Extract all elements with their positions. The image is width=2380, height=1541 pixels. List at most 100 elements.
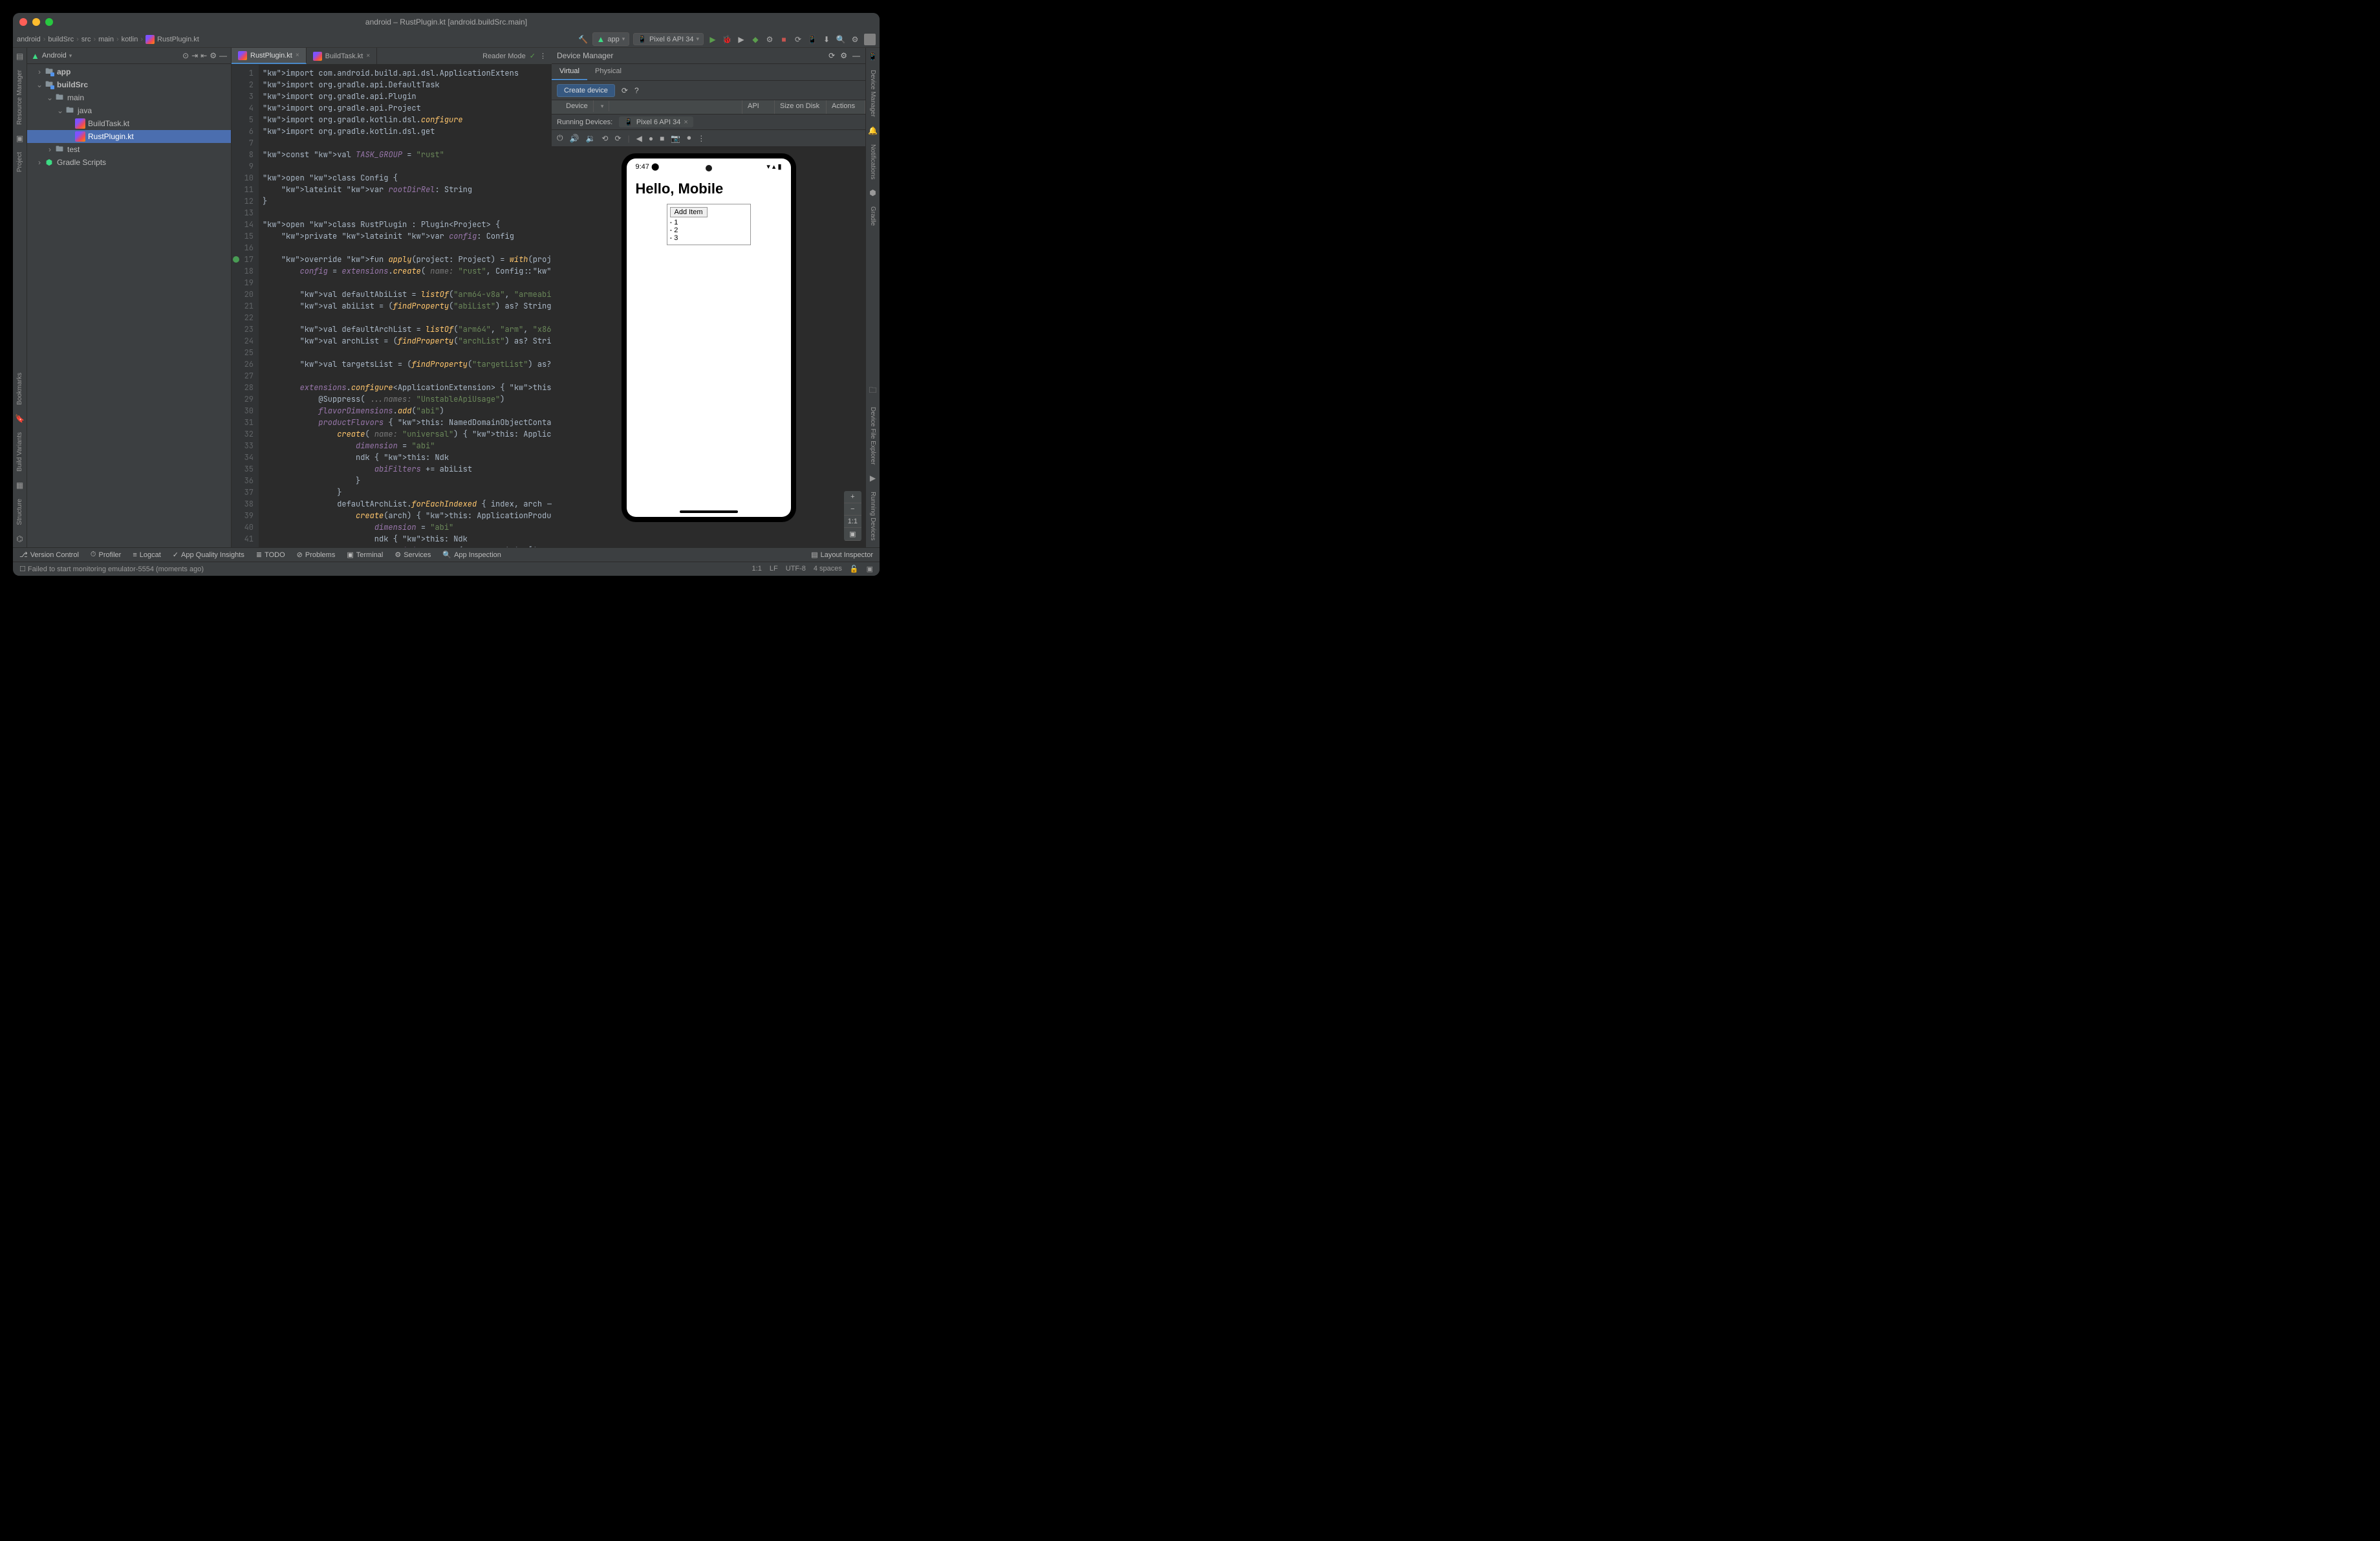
gradle-tab[interactable]: Gradle: [869, 204, 876, 228]
todo-tab[interactable]: ≣ TODO: [256, 551, 285, 559]
avd-icon[interactable]: 📱: [807, 34, 817, 45]
tab-rustplugin[interactable]: RustPlugin.kt×: [232, 48, 307, 64]
profiler-tab[interactable]: ⏱ Profiler: [91, 551, 121, 559]
reload-icon[interactable]: ⟳: [828, 51, 835, 60]
tree-item-buildtask[interactable]: BuildTask.kt: [27, 117, 231, 130]
collapse-icon[interactable]: ⇤: [200, 51, 207, 60]
minimize-icon[interactable]: [32, 18, 40, 26]
resource-manager-tab[interactable]: Resource Manager: [16, 67, 23, 127]
code-editor[interactable]: 1234567891011121314151617181920212223242…: [232, 65, 552, 547]
problems-tab[interactable]: ⊘ Problems: [297, 551, 336, 559]
gear-icon[interactable]: ⚙: [850, 34, 860, 45]
tree-item-main[interactable]: ⌄🖿main: [27, 91, 231, 104]
debug-icon[interactable]: 🐞: [722, 34, 732, 45]
hide-icon[interactable]: —: [219, 51, 227, 60]
structure-icon[interactable]: ⌬: [16, 534, 23, 543]
expand-icon[interactable]: ⇥: [191, 51, 198, 60]
gradle-icon[interactable]: ⬢: [869, 188, 876, 197]
line-separator[interactable]: LF: [770, 565, 778, 573]
device-file-explorer-icon[interactable]: 🗀: [869, 384, 876, 398]
breadcrumb[interactable]: android› buildSrc› src› main› kotlin› Ru…: [17, 35, 199, 44]
build-variants-icon[interactable]: ▦: [16, 481, 23, 490]
app-quality-tab[interactable]: ✓ App Quality Insights: [173, 551, 244, 559]
device-screen[interactable]: 9:47 ⬤ ▾▴▮ Hello, Mobile Add Item - 1 - …: [627, 158, 791, 517]
close-icon[interactable]: ×: [296, 52, 299, 59]
more-icon[interactable]: ⋮: [539, 52, 546, 60]
crumb[interactable]: main: [98, 36, 114, 43]
notifications-tab[interactable]: Notifications: [869, 142, 876, 182]
overview-icon[interactable]: ■: [660, 134, 664, 143]
device-manager-tab[interactable]: Device Manager: [869, 67, 876, 120]
profile-icon[interactable]: ◆: [750, 34, 761, 45]
run-icon[interactable]: ▶: [708, 34, 718, 45]
search-icon[interactable]: 🔍: [836, 34, 846, 45]
zoom-out-button[interactable]: −: [844, 503, 861, 516]
tree-item-gradle[interactable]: ›⬢Gradle Scripts: [27, 156, 231, 169]
power-icon[interactable]: ⏻: [557, 133, 563, 143]
logcat-tab[interactable]: ≡ Logcat: [133, 551, 160, 559]
crumb-file[interactable]: RustPlugin.kt: [157, 36, 199, 43]
tree-item-test[interactable]: ›🖿test: [27, 143, 231, 156]
screenshot-icon[interactable]: 📷: [671, 134, 680, 143]
reader-mode-toggle[interactable]: Reader Mode: [482, 52, 526, 60]
tree-item-buildsrc[interactable]: ⌄🖿buildSrc: [27, 78, 231, 91]
user-icon[interactable]: [864, 34, 876, 45]
maximize-icon[interactable]: [45, 18, 53, 26]
build-variants-tab[interactable]: Build Variants: [16, 430, 23, 474]
code-content[interactable]: "kw">import com.android.build.api.dsl.Ap…: [259, 65, 552, 547]
services-tab[interactable]: ⚙ Services: [395, 551, 431, 559]
add-item-button[interactable]: Add Item: [670, 207, 708, 217]
resource-manager-icon[interactable]: ▤: [16, 52, 23, 61]
close-icon[interactable]: ×: [366, 52, 370, 60]
home-icon[interactable]: ●: [649, 134, 653, 143]
android-nav-handle[interactable]: [680, 510, 738, 513]
crumb[interactable]: buildSrc: [48, 36, 74, 43]
bookmarks-icon[interactable]: 🔖: [15, 414, 25, 423]
status-message[interactable]: ☐ Failed to start monitoring emulator-55…: [19, 565, 204, 573]
tree-item-rustplugin[interactable]: RustPlugin.kt: [27, 130, 231, 143]
tree-item-app[interactable]: ›🖿app: [27, 65, 231, 78]
version-control-tab[interactable]: ⎇ Version Control: [19, 551, 79, 559]
notifications-icon[interactable]: 🔔: [868, 126, 878, 135]
crumb[interactable]: android: [17, 36, 41, 43]
sync-icon[interactable]: ⟳: [793, 34, 803, 45]
tree-item-java[interactable]: ⌄🖿java: [27, 104, 231, 117]
project-icon[interactable]: ▣: [16, 134, 23, 143]
memory-icon[interactable]: ▣: [867, 565, 873, 573]
run-config-selector[interactable]: ▲app▾: [592, 32, 630, 46]
record-icon[interactable]: ⏺: [687, 133, 691, 143]
running-device-pill[interactable]: 📱 Pixel 6 API 34 ×: [619, 116, 693, 127]
caret-position[interactable]: 1:1: [752, 565, 762, 573]
more-icon[interactable]: ⋮: [697, 134, 705, 143]
attach-debugger-icon[interactable]: ⚙: [764, 34, 775, 45]
indent[interactable]: 4 spaces: [814, 565, 842, 573]
select-opened-icon[interactable]: ⊙: [182, 51, 189, 60]
zoom-fit-button[interactable]: ▣: [844, 528, 861, 541]
build-icon[interactable]: 🔨: [578, 34, 589, 45]
encoding[interactable]: UTF-8: [786, 565, 806, 573]
running-devices-tab[interactable]: Running Devices: [869, 489, 876, 543]
close-icon[interactable]: [19, 18, 27, 26]
zoom-in-button[interactable]: +: [844, 491, 861, 503]
back-icon[interactable]: ◀: [636, 134, 642, 143]
refresh-icon[interactable]: ⟳: [622, 86, 628, 95]
crumb[interactable]: kotlin: [122, 36, 138, 43]
hide-icon[interactable]: —: [852, 51, 860, 60]
rotate-left-icon[interactable]: ⟲: [601, 134, 608, 143]
app-inspection-tab[interactable]: 🔍 App Inspection: [442, 551, 501, 559]
gear-icon[interactable]: ⚙: [210, 51, 217, 60]
device-file-explorer-tab[interactable]: Device File Explorer: [869, 404, 876, 467]
rotate-right-icon[interactable]: ⟳: [614, 134, 621, 143]
tab-buildtask[interactable]: BuildTask.kt×: [307, 48, 378, 64]
stop-icon[interactable]: ■: [779, 34, 789, 45]
device-manager-icon[interactable]: 📱: [868, 52, 878, 61]
zoom-reset-button[interactable]: 1:1: [844, 516, 861, 528]
check-icon[interactable]: ✓: [530, 52, 536, 60]
volume-up-icon[interactable]: 🔊: [570, 134, 579, 143]
create-device-button[interactable]: Create device: [557, 84, 615, 97]
crumb[interactable]: src: [81, 36, 91, 43]
gear-icon[interactable]: ⚙: [840, 51, 847, 60]
project-tab[interactable]: Project: [16, 149, 23, 175]
sdk-icon[interactable]: ⬇: [821, 34, 832, 45]
device-selector[interactable]: 📱 Pixel 6 API 34▾: [633, 33, 704, 45]
